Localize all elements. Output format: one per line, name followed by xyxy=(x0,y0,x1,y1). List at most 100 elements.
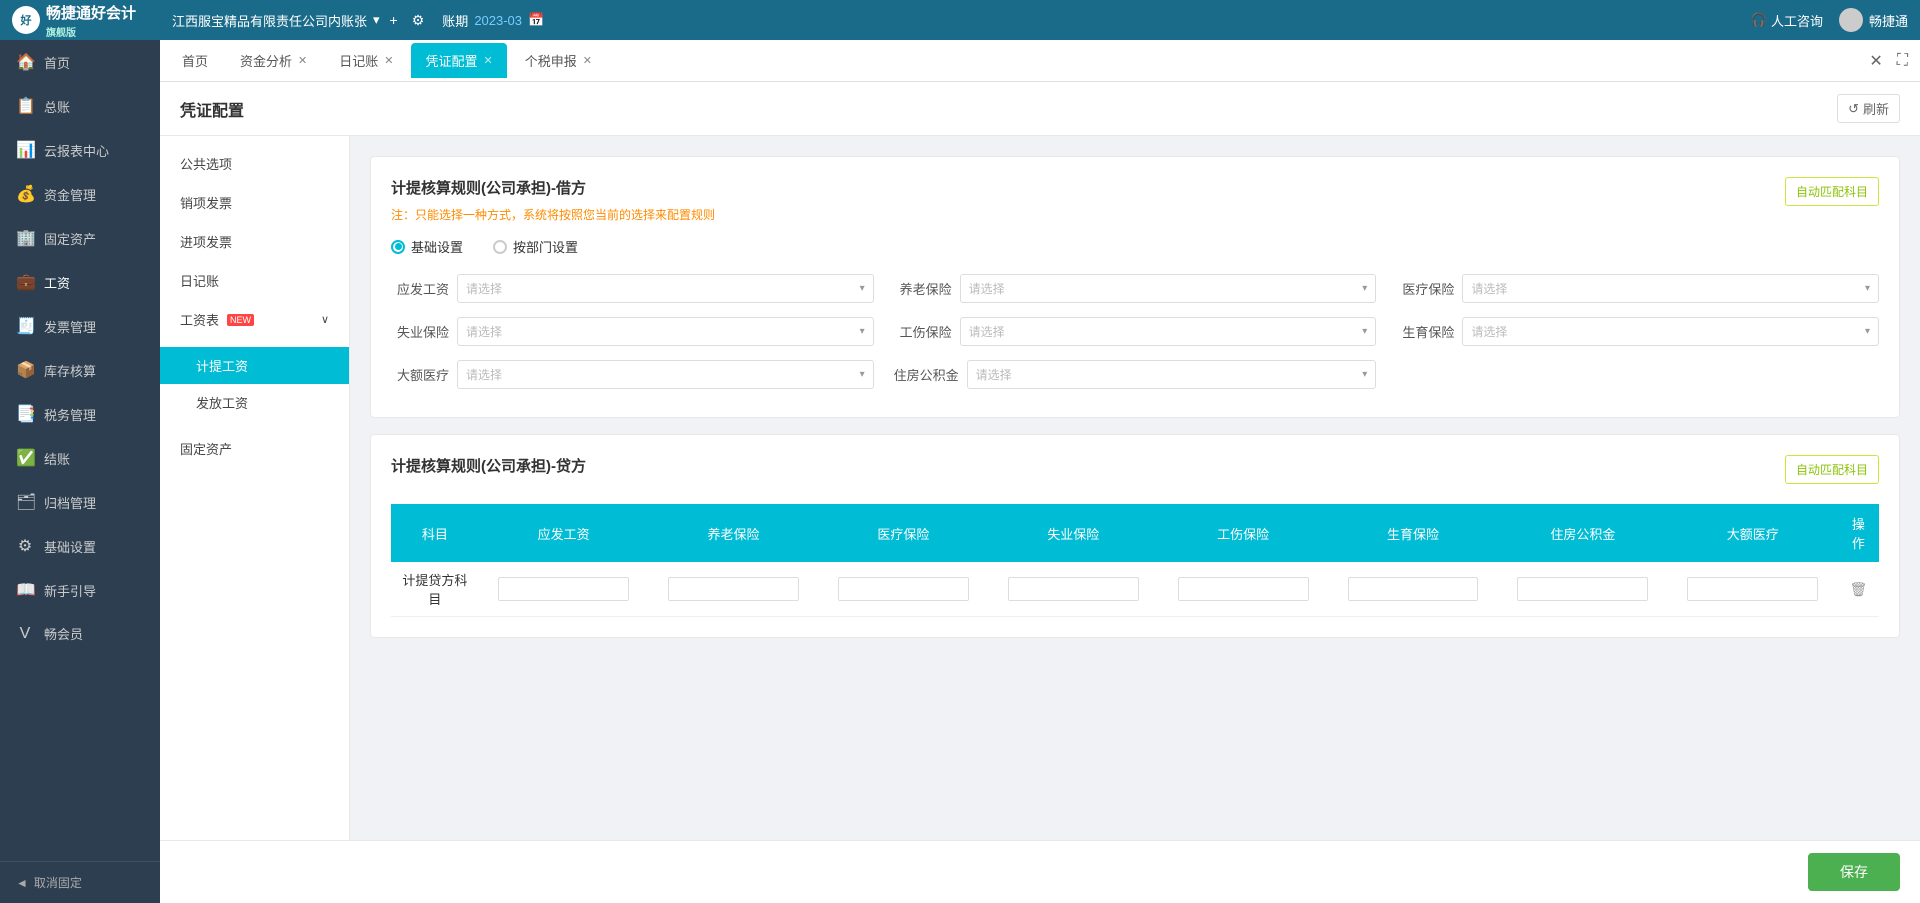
input-pension[interactable] xyxy=(668,577,799,601)
input-salary[interactable] xyxy=(498,577,629,601)
select-pension[interactable]: 请选择 ▾ xyxy=(960,274,1377,303)
radio-dept-label: 按部门设置 xyxy=(513,237,578,256)
select-medical[interactable]: 请选择 ▾ xyxy=(1462,274,1879,303)
credit-header: 计提核算规则(公司承担)-贷方 自动匹配科目 xyxy=(391,455,1879,492)
th-housing: 住房公积金 xyxy=(1498,504,1668,562)
add-button[interactable]: + xyxy=(386,10,402,30)
table-row: 计提贷方科目 🗑 xyxy=(391,562,1879,617)
company-area: 江西服宝精品有限责任公司内账张 ▾ + ⚙ 账期 2023-03 📅 xyxy=(172,10,1751,31)
tab-journal[interactable]: 日记账 ✕ xyxy=(325,43,407,78)
logo-icon: 好 xyxy=(12,6,40,34)
save-button[interactable]: 保存 xyxy=(1808,853,1900,891)
tab-tax-close[interactable]: ✕ xyxy=(583,54,592,67)
tab-voucher-close[interactable]: ✕ xyxy=(484,54,493,67)
settings-button[interactable]: ⚙ xyxy=(408,10,429,31)
nav-purchase-invoice[interactable]: 进项发票 xyxy=(160,222,349,261)
calendar-icon[interactable]: 📅 xyxy=(528,12,544,28)
tab-voucher[interactable]: 凭证配置 ✕ xyxy=(411,43,506,78)
sidebar-item-archive[interactable]: 🗂 归档管理 xyxy=(0,480,160,524)
radio-department[interactable]: 按部门设置 xyxy=(493,237,578,256)
select-maternity[interactable]: 请选择 ▾ xyxy=(1462,317,1879,346)
nav-salary-table[interactable]: 工资表 NEW ∨ xyxy=(160,300,349,339)
td-housing-input[interactable] xyxy=(1498,562,1668,617)
select-salary[interactable]: 请选择 ▾ xyxy=(457,274,874,303)
sidebar-item-inventory[interactable]: 📦 库存核算 xyxy=(0,348,160,392)
ledger-icon: 📋 xyxy=(16,96,34,116)
radio-group: 基础设置 按部门设置 xyxy=(391,237,1879,256)
select-injury[interactable]: 请选择 ▾ xyxy=(960,317,1377,346)
debit-auto-match-button[interactable]: 自动匹配科目 xyxy=(1785,177,1879,206)
tab-funds[interactable]: 资金分析 ✕ xyxy=(226,43,321,78)
sidebar-item-close[interactable]: ✅ 结账 xyxy=(0,436,160,480)
nav-journal[interactable]: 日记账 xyxy=(160,261,349,300)
company-dropdown-icon[interactable]: ▾ xyxy=(373,12,380,28)
credit-table: 科目 应发工资 养老保险 医疗保险 失业保险 工伤保险 生育保险 住房公积金 大… xyxy=(391,504,1879,617)
select-housing[interactable]: 请选择 ▾ xyxy=(967,360,1377,389)
input-housing[interactable] xyxy=(1517,577,1648,601)
select-unemployment[interactable]: 请选择 ▾ xyxy=(457,317,874,346)
sidebar-item-assets[interactable]: 🏢 固定资产 xyxy=(0,216,160,260)
td-unemployment-input[interactable] xyxy=(988,562,1158,617)
company-name: 江西服宝精品有限责任公司内账张 xyxy=(172,11,367,30)
credit-auto-match-button[interactable]: 自动匹配科目 xyxy=(1785,455,1879,484)
nav-accrual-label: 计提工资 xyxy=(196,359,248,374)
nav-public[interactable]: 公共选项 xyxy=(160,144,349,183)
input-maternity[interactable] xyxy=(1348,577,1479,601)
tab-close-button[interactable]: ✕ xyxy=(1865,49,1886,73)
sidebar-item-home[interactable]: 🏠 首页 xyxy=(0,40,160,84)
nav-fixed-assets[interactable]: 固定资产 xyxy=(160,429,349,468)
tab-tax[interactable]: 个税申报 ✕ xyxy=(511,43,606,78)
select-medical-arrow: ▾ xyxy=(1865,283,1870,294)
tax-icon: 📑 xyxy=(16,404,34,424)
consult-area[interactable]: 🎧 人工咨询 xyxy=(1751,11,1823,30)
sidebar-item-member[interactable]: V 畅会员 xyxy=(0,612,160,655)
td-injury-input[interactable] xyxy=(1158,562,1328,617)
left-nav: 公共选项 销项发票 进项发票 日记账 工资表 NEW ∨ xyxy=(160,136,350,840)
td-salary-input[interactable] xyxy=(479,562,649,617)
sidebar: 🏠 首页 📋 总账 📊 云报表中心 💰 资金管理 🏢 固定资产 💼 工资 🧾 发… xyxy=(0,40,160,903)
cancel-fixed-label: 取消固定 xyxy=(34,874,82,891)
tab-journal-close[interactable]: ✕ xyxy=(384,54,393,67)
refresh-button[interactable]: ↺ 刷新 xyxy=(1837,94,1900,123)
select-housing-placeholder: 请选择 xyxy=(976,366,1012,383)
logo-abbr: 好 xyxy=(21,12,32,28)
input-unemployment[interactable] xyxy=(1008,577,1139,601)
tab-home[interactable]: 首页 xyxy=(168,43,222,78)
nav-accrual-salary[interactable]: 计提工资 xyxy=(160,347,349,384)
sidebar-item-ledger[interactable]: 📋 总账 xyxy=(0,84,160,128)
sidebar-label-archive: 归档管理 xyxy=(44,493,96,512)
sidebar-item-guide[interactable]: 📖 新手引导 xyxy=(0,568,160,612)
sidebar-item-basic[interactable]: ⚙ 基础设置 xyxy=(0,524,160,568)
sidebar-item-salary[interactable]: 💼 工资 xyxy=(0,260,160,304)
radio-basic[interactable]: 基础设置 xyxy=(391,237,463,256)
cancel-fixed-button[interactable]: ◄ 取消固定 xyxy=(0,861,160,903)
reports-icon: 📊 xyxy=(16,140,34,160)
select-salary-arrow: ▾ xyxy=(860,283,865,294)
form-item-injury: 工伤保险 请选择 ▾ xyxy=(894,317,1377,346)
nav-pay-salary[interactable]: 发放工资 xyxy=(160,384,349,421)
tab-expand-button[interactable]: ⛶ xyxy=(1893,49,1912,73)
td-large-medical-input[interactable] xyxy=(1668,562,1838,617)
td-delete[interactable]: 🗑 xyxy=(1838,562,1879,617)
input-large-medical[interactable] xyxy=(1687,577,1818,601)
td-medical-input[interactable] xyxy=(818,562,988,617)
nav-salary-table-label: 工资表 xyxy=(180,310,219,329)
nav-sales-invoice[interactable]: 销项发票 xyxy=(160,183,349,222)
th-large-medical: 大额医疗 xyxy=(1668,504,1838,562)
select-large-medical-arrow: ▾ xyxy=(860,369,865,380)
input-medical[interactable] xyxy=(838,577,969,601)
delete-icon[interactable]: 🗑 xyxy=(1849,581,1867,597)
select-unemployment-arrow: ▾ xyxy=(860,326,865,337)
th-subject: 科目 xyxy=(391,504,479,562)
tab-funds-close[interactable]: ✕ xyxy=(298,54,307,67)
period-value: 2023-03 xyxy=(474,13,522,28)
input-injury[interactable] xyxy=(1178,577,1309,601)
td-maternity-input[interactable] xyxy=(1328,562,1498,617)
sidebar-item-funds[interactable]: 💰 资金管理 xyxy=(0,172,160,216)
td-pension-input[interactable] xyxy=(649,562,819,617)
sidebar-item-tax[interactable]: 📑 税务管理 xyxy=(0,392,160,436)
sidebar-item-reports[interactable]: 📊 云报表中心 xyxy=(0,128,160,172)
select-large-medical[interactable]: 请选择 ▾ xyxy=(457,360,874,389)
sidebar-item-invoice[interactable]: 🧾 发票管理 xyxy=(0,304,160,348)
sidebar-label-invoice: 发票管理 xyxy=(44,317,96,336)
